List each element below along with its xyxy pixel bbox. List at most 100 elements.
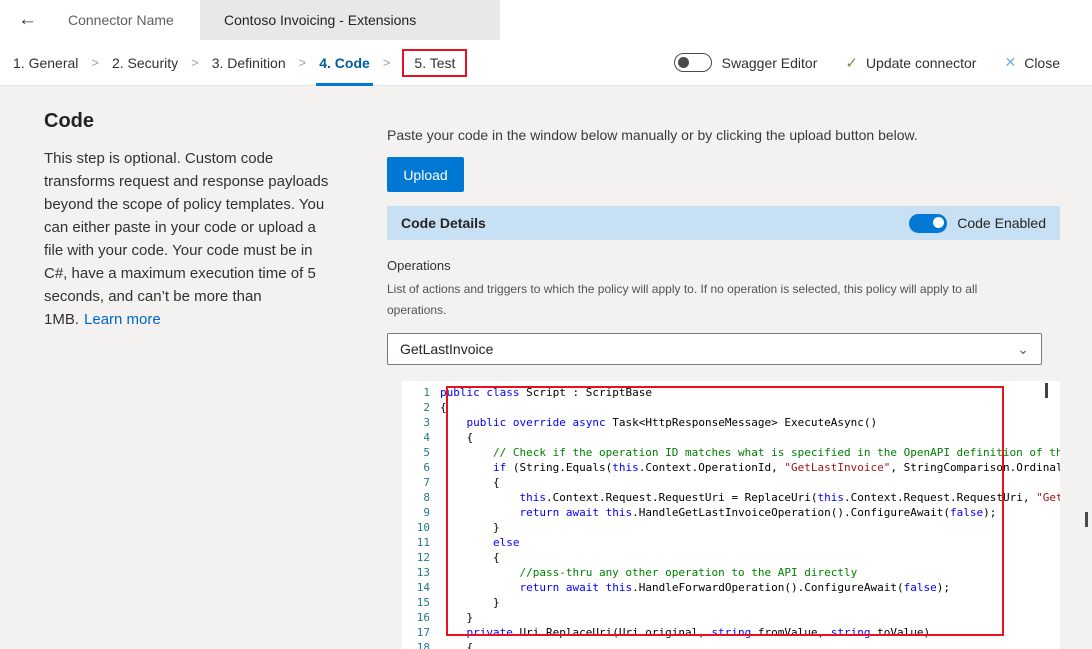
close-label: Close (1024, 55, 1060, 71)
operations-label: Operations (387, 258, 451, 273)
wizard-nav: 1. General > 2. Security > 3. Definition… (0, 40, 1092, 86)
line-number: 11 (402, 535, 440, 550)
line-number: 15 (402, 595, 440, 610)
toggle-knob (678, 57, 689, 68)
code-line: 14 return await this.HandleForwardOperat… (402, 580, 1060, 595)
line-number: 7 (402, 475, 440, 490)
code-line: 7 { (402, 475, 1060, 490)
code-line-text: if (String.Equals(this.Context.Operation… (440, 460, 1060, 475)
upload-button[interactable]: Upload (387, 157, 464, 192)
operations-dropdown[interactable]: GetLastInvoice ⌄ (387, 333, 1042, 365)
code-line-text: else (440, 535, 519, 550)
code-details-bar: Code Details Code Enabled (387, 206, 1060, 240)
code-line: 6 if (String.Equals(this.Context.Operati… (402, 460, 1060, 475)
line-number: 16 (402, 610, 440, 625)
chevron-separator-icon: > (181, 55, 209, 70)
line-number: 10 (402, 520, 440, 535)
step-description-text: This step is optional. Custom code trans… (44, 150, 328, 328)
code-line-text: { (440, 430, 473, 445)
code-line: 1public class Script : ScriptBase (402, 385, 1060, 400)
step-security[interactable]: 2. Security (109, 49, 181, 77)
line-number: 13 (402, 565, 440, 580)
code-line: 10 } (402, 520, 1060, 535)
code-line-text: { (440, 550, 500, 565)
chevron-separator-icon: > (81, 55, 109, 70)
code-line: 3 public override async Task<HttpRespons… (402, 415, 1060, 430)
main-content: Code This step is optional. Custom code … (0, 86, 1092, 649)
code-line: 8 this.Context.Request.RequestUri = Repl… (402, 490, 1060, 505)
line-number: 18 (402, 640, 440, 649)
code-editor[interactable]: 1public class Script : ScriptBase2{3 pub… (402, 381, 1060, 649)
step-general[interactable]: 1. General (10, 49, 81, 77)
update-connector-label: Update connector (866, 55, 977, 71)
code-line: 18 { (402, 640, 1060, 649)
code-lines: 1public class Script : ScriptBase2{3 pub… (402, 385, 1060, 649)
nav-actions: Swagger Editor ✓ Update connector ✕ Clos… (674, 53, 1092, 72)
step-intro-panel: Code This step is optional. Custom code … (44, 110, 336, 331)
line-number: 5 (402, 445, 440, 460)
code-line-text: } (440, 595, 500, 610)
check-icon: ✓ (845, 54, 858, 72)
line-number: 14 (402, 580, 440, 595)
update-connector-button[interactable]: ✓ Update connector (845, 54, 976, 72)
code-line: 13 //pass-thru any other operation to th… (402, 565, 1060, 580)
code-line-text: public class Script : ScriptBase (440, 385, 652, 400)
code-line-text: { (440, 475, 500, 490)
code-line-text: { (440, 400, 447, 415)
selected-operation: GetLastInvoice (400, 341, 493, 357)
code-line: 16 } (402, 610, 1060, 625)
connector-title-tab[interactable]: Contoso Invoicing - Extensions (200, 0, 500, 40)
code-line-text: private Uri ReplaceUri(Uri original, str… (440, 625, 930, 640)
operations-description: List of actions and triggers to which th… (387, 279, 1027, 321)
step-description: This step is optional. Custom code trans… (44, 147, 336, 331)
line-number: 4 (402, 430, 440, 445)
back-arrow-icon[interactable]: ← (18, 0, 37, 40)
step-definition[interactable]: 3. Definition (209, 49, 289, 77)
code-line-text: this.Context.Request.RequestUri = Replac… (440, 490, 1060, 505)
paste-instruction: Paste your code in the window below manu… (387, 127, 918, 143)
toggle-knob (933, 217, 944, 228)
line-number: 12 (402, 550, 440, 565)
close-button[interactable]: ✕ Close (1004, 54, 1060, 71)
connector-name-label: Connector Name (68, 0, 174, 40)
page-title: Code (44, 110, 336, 133)
code-enabled-toggle[interactable] (909, 214, 947, 233)
connector-editor-page: ← Connector Name Contoso Invoicing - Ext… (0, 0, 1092, 649)
code-enabled-label: Code Enabled (957, 215, 1046, 231)
connector-title: Contoso Invoicing - Extensions (224, 12, 416, 28)
chevron-down-icon: ⌄ (1017, 344, 1029, 354)
code-line-text: { (440, 640, 473, 649)
code-line: 5 // Check if the operation ID matches w… (402, 445, 1060, 460)
code-line: 9 return await this.HandleGetLastInvoice… (402, 505, 1060, 520)
line-number: 2 (402, 400, 440, 415)
close-icon: ✕ (1004, 54, 1016, 71)
line-number: 17 (402, 625, 440, 640)
code-line: 17 private Uri ReplaceUri(Uri original, … (402, 625, 1060, 640)
code-line-text: } (440, 520, 500, 535)
learn-more-link[interactable]: Learn more (84, 311, 161, 328)
code-line-text: //pass-thru any other operation to the A… (440, 565, 857, 580)
line-number: 8 (402, 490, 440, 505)
line-number: 9 (402, 505, 440, 520)
line-number: 1 (402, 385, 440, 400)
step-code[interactable]: 4. Code (316, 49, 373, 77)
code-line: 11 else (402, 535, 1060, 550)
line-number: 3 (402, 415, 440, 430)
code-line-text: } (440, 610, 473, 625)
step-test[interactable]: 5. Test (402, 49, 467, 77)
code-enabled-control: Code Enabled (909, 214, 1046, 233)
page-scrollbar-thumb[interactable] (1085, 512, 1088, 527)
editor-scrollbar-thumb[interactable] (1045, 383, 1048, 398)
line-number: 6 (402, 460, 440, 475)
chevron-separator-icon: > (289, 55, 317, 70)
code-line: 12 { (402, 550, 1060, 565)
code-line-text: return await this.HandleForwardOperation… (440, 580, 950, 595)
swagger-editor-toggle[interactable] (674, 53, 712, 72)
chevron-separator-icon: > (373, 55, 401, 70)
code-line: 15 } (402, 595, 1060, 610)
top-header: ← Connector Name Contoso Invoicing - Ext… (0, 0, 1092, 40)
code-details-title: Code Details (401, 215, 486, 231)
code-line-text: // Check if the operation ID matches wha… (440, 445, 1060, 460)
code-line: 4 { (402, 430, 1060, 445)
swagger-editor-label: Swagger Editor (722, 55, 818, 71)
